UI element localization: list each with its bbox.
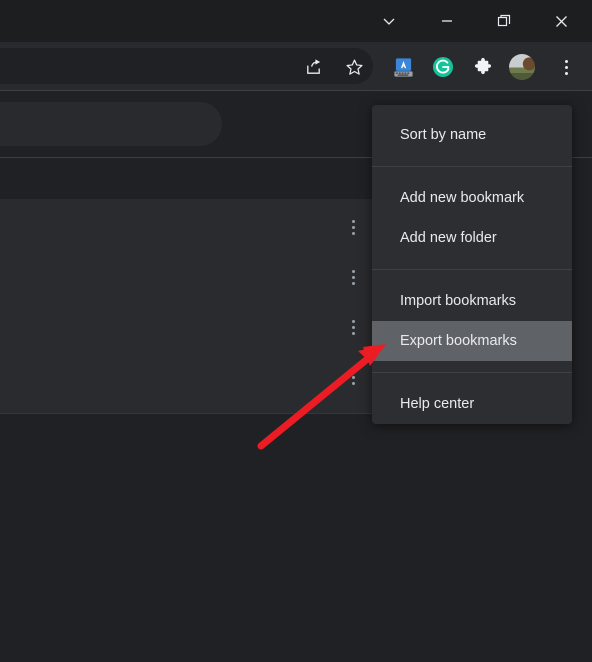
restore-button[interactable] [481,0,527,42]
bookmark-row-menu-icon[interactable] [344,216,362,238]
menu-top-padding [372,105,572,115]
menu-spacer [372,270,572,281]
bookmark-row-menu-icon[interactable] [344,366,362,388]
kebab-dots [564,59,568,75]
browser-window: Sort by name Add new bookmark Add new fo… [0,0,592,662]
chrome-menu-icon[interactable] [549,50,583,84]
grammarly-icon[interactable] [426,50,460,84]
avatar-image [509,54,535,80]
bookmark-list [0,199,378,414]
bookmark-row-menu-icon[interactable] [344,316,362,338]
menu-item-help-center[interactable]: Help center [372,384,572,424]
menu-item-export-bookmarks[interactable]: Export bookmarks [372,321,572,361]
minimize-button[interactable] [424,0,470,42]
bookmark-manager-organize-menu: Sort by name Add new bookmark Add new fo… [372,105,572,424]
extensions-puzzle-icon[interactable] [466,50,500,84]
close-button[interactable] [538,0,584,42]
menu-item-add-new-folder[interactable]: Add new folder [372,218,572,258]
bookmark-row-menu-icon[interactable] [344,266,362,288]
share-icon[interactable] [296,50,330,84]
star-icon[interactable] [337,50,371,84]
menu-spacer [372,373,572,384]
menu-spacer [372,361,572,372]
chevron-down-icon[interactable] [366,0,412,42]
search-input[interactable] [0,102,222,146]
avatar[interactable] [505,50,539,84]
title-bar [0,0,592,42]
menu-item-sort-by-name[interactable]: Sort by name [372,115,572,155]
menu-spacer [372,155,572,166]
menu-spacer [372,167,572,178]
extension-keyboard-icon[interactable] [386,50,420,84]
menu-spacer [372,258,572,269]
menu-item-add-new-bookmark[interactable]: Add new bookmark [372,178,572,218]
menu-item-import-bookmarks[interactable]: Import bookmarks [372,281,572,321]
